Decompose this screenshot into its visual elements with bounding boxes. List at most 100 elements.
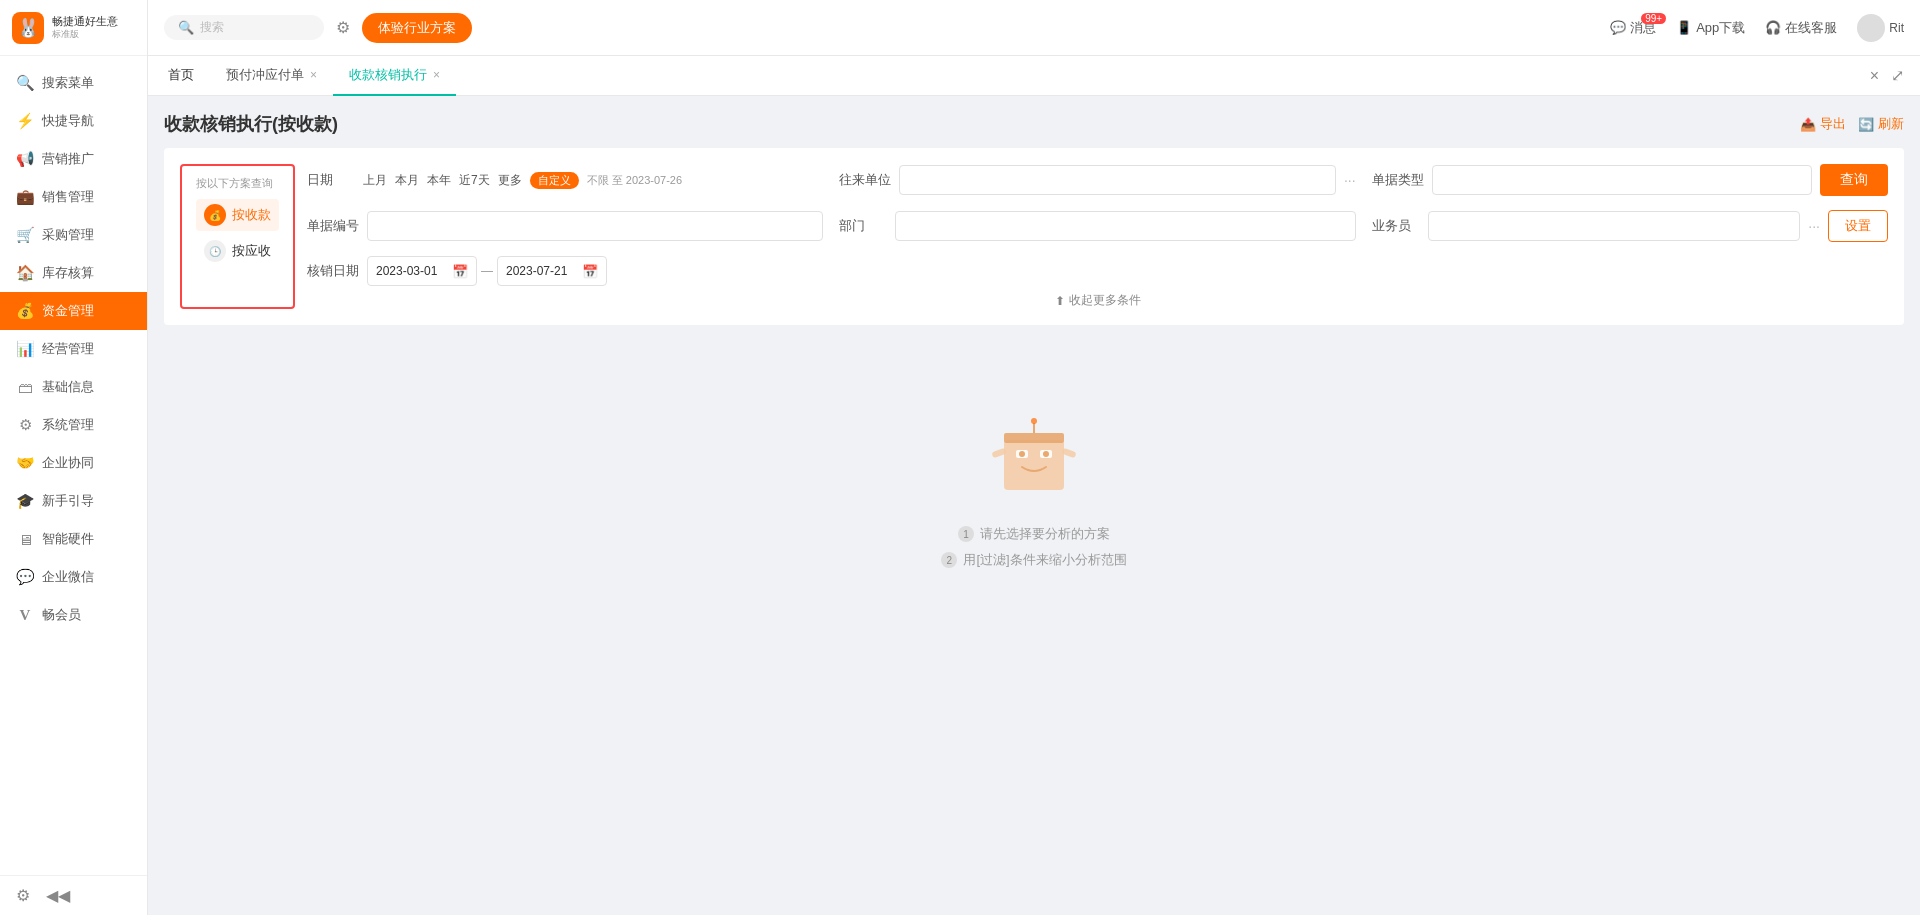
empty-hint-2-text: 用[过滤]条件来缩小分析范围 [963,551,1126,569]
quicknav-icon: ⚡ [16,112,34,130]
date-separator: — [481,264,493,278]
solution-button[interactable]: 体验行业方案 [362,13,472,43]
user-info[interactable]: Rit [1857,14,1904,42]
sidebar-item-system[interactable]: ⚙ 系统管理 [0,406,147,444]
tab-prepay-close[interactable]: × [310,68,317,82]
service-item[interactable]: 🎧 在线客服 [1765,19,1837,37]
svg-rect-1 [1004,433,1064,443]
sidebar-item-inventory[interactable]: 🏠 库存核算 [0,254,147,292]
writeoff-end-date[interactable]: 2023-07-21 📅 [497,256,607,286]
sidebar-item-basic[interactable]: 🗃 基础信息 [0,368,147,406]
app-download-icon: 📱 [1676,20,1692,35]
date-tab-thismonth[interactable]: 本月 [395,170,419,191]
topbar-search-box[interactable]: 🔍 搜索 [164,15,324,40]
collapse-more-btn[interactable]: ⬆ 收起更多条件 [307,292,1888,309]
tab-prepay[interactable]: 预付冲应付单 × [210,56,333,96]
staff-label: 业务员 [1372,217,1420,235]
logo: 🐰 畅捷通好生意 标准版 [0,0,147,56]
wechat-icon: 💬 [16,568,34,586]
sidebar-item-finance[interactable]: 💰 资金管理 [0,292,147,330]
sidebar-item-search[interactable]: 🔍 搜索菜单 [0,64,147,102]
date-tab-custom[interactable]: 自定义 [530,172,579,189]
avatar [1857,14,1885,42]
dept-select[interactable] [895,211,1355,241]
dept-field: 部门 [839,211,1355,241]
page-title: 收款核销执行(按收款) [164,112,338,136]
expand-window-icon[interactable]: ⤢ [1887,62,1908,89]
user-name: Rit [1889,21,1904,35]
sales-icon: 💼 [16,188,34,206]
writeoff-start-date[interactable]: 2023-03-01 📅 [367,256,477,286]
collapse-sidebar-icon[interactable]: ◀◀ [46,886,70,905]
staff-more-icon[interactable]: ··· [1808,218,1820,234]
setting-button[interactable]: 设置 [1828,210,1888,242]
sidebar-item-label: 智能硬件 [42,530,94,548]
sidebar-item-label: 销售管理 [42,188,94,206]
sidebar-item-quicknav[interactable]: ⚡ 快捷导航 [0,102,147,140]
sidebar-item-purchase[interactable]: 🛒 采购管理 [0,216,147,254]
payment-option-icon: 💰 [204,204,226,226]
filter-by-payment[interactable]: 💰 按收款 [196,199,279,231]
sidebar-item-hardware[interactable]: 🖥 智能硬件 [0,520,147,558]
sidebar-item-management[interactable]: 📊 经营管理 [0,330,147,368]
management-icon: 📊 [16,340,34,358]
date-field: 日期 上月 本月 本年 近7天 更多 自定义 不限 至 2023-07-26 [307,170,823,191]
counterparty-input[interactable] [899,165,1336,195]
counterparty-more-icon[interactable]: ··· [1344,172,1356,188]
filter-by-receivable[interactable]: 🕒 按应收 [196,235,279,267]
writeoff-start-date-text: 2023-03-01 [376,264,437,278]
main-content: 🔍 搜索 ⚙ 体验行业方案 💬 消息 99+ 📱 App下载 🎧 在线客服 Ri… [148,0,1920,915]
service-icon: 🎧 [1765,20,1781,35]
date-tab-lastmonth[interactable]: 上月 [363,170,387,191]
tab-home[interactable]: 首页 [152,56,210,96]
sidebar-item-label: 快捷导航 [42,112,94,130]
sidebar-item-member[interactable]: V 畅会员 [0,596,147,634]
guide-icon: 🎓 [16,492,34,510]
search-icon: 🔍 [178,20,194,35]
doctype-label: 单据类型 [1372,171,1424,189]
date-tab-thisyear[interactable]: 本年 [427,170,451,191]
sidebar-item-sales[interactable]: 💼 销售管理 [0,178,147,216]
svg-rect-0 [1004,440,1064,490]
counterparty-label: 往来单位 [839,171,891,189]
svg-point-4 [1019,451,1025,457]
refresh-button[interactable]: 🔄 刷新 [1858,115,1904,133]
close-window-icon[interactable]: × [1866,63,1883,89]
export-icon: 📤 [1800,117,1816,132]
member-icon: V [16,607,34,624]
doctype-field: 单据类型 查询 [1372,164,1888,196]
sidebar-item-guide[interactable]: 🎓 新手引导 [0,482,147,520]
collapse-label: 收起更多条件 [1069,292,1141,309]
filter-area: 按以下方案查询 💰 按收款 🕒 按应收 日期 上月 [164,148,1904,325]
tab-writeoff-close[interactable]: × [433,68,440,82]
purchase-icon: 🛒 [16,226,34,244]
empty-state: 1 请先选择要分析的方案 2 用[过滤]条件来缩小分析范围 [164,325,1904,649]
sidebar-item-label: 资金管理 [42,302,94,320]
app-download-item[interactable]: 📱 App下载 [1676,19,1745,37]
message-item[interactable]: 💬 消息 99+ [1610,19,1656,37]
doctype-select[interactable] [1432,165,1812,195]
docno-input[interactable] [367,211,823,241]
query-button[interactable]: 查询 [1820,164,1888,196]
sidebar-item-label: 畅会员 [42,606,81,624]
sidebar-item-label: 搜索菜单 [42,74,94,92]
search-menu-icon: 🔍 [16,74,34,92]
date-tab-7days[interactable]: 近7天 [459,170,490,191]
sidebar-item-wechat[interactable]: 💬 企业微信 [0,558,147,596]
settings-bottom-icon[interactable]: ⚙ [16,886,30,905]
filter-row-2: 单据编号 部门 业务员 ··· 设置 [307,210,1888,242]
sidebar-item-marketing[interactable]: 📢 营销推广 [0,140,147,178]
title-actions: 📤 导出 🔄 刷新 [1800,115,1904,133]
sidebar: 🐰 畅捷通好生意 标准版 🔍 搜索菜单 ⚡ 快捷导航 📢 营销推广 💼 销售管理… [0,0,148,915]
topbar-gear-icon[interactable]: ⚙ [336,18,350,37]
date-tab-more[interactable]: 更多 [498,170,522,191]
export-button[interactable]: 📤 导出 [1800,115,1846,133]
filter-row-3: 核销日期 2023-03-01 📅 — 2023-07-21 📅 [307,256,1888,286]
page-content: 收款核销执行(按收款) 📤 导出 🔄 刷新 按以下方案查询 💰 按收款 [148,96,1920,915]
topbar: 🔍 搜索 ⚙ 体验行业方案 💬 消息 99+ 📱 App下载 🎧 在线客服 Ri… [148,0,1920,56]
tab-bar: 首页 预付冲应付单 × 收款核销执行 × × ⤢ [148,56,1920,96]
sidebar-item-label: 企业协同 [42,454,94,472]
sidebar-item-collab[interactable]: 🤝 企业协同 [0,444,147,482]
staff-input[interactable] [1428,211,1801,241]
tab-writeoff[interactable]: 收款核销执行 × [333,56,456,96]
